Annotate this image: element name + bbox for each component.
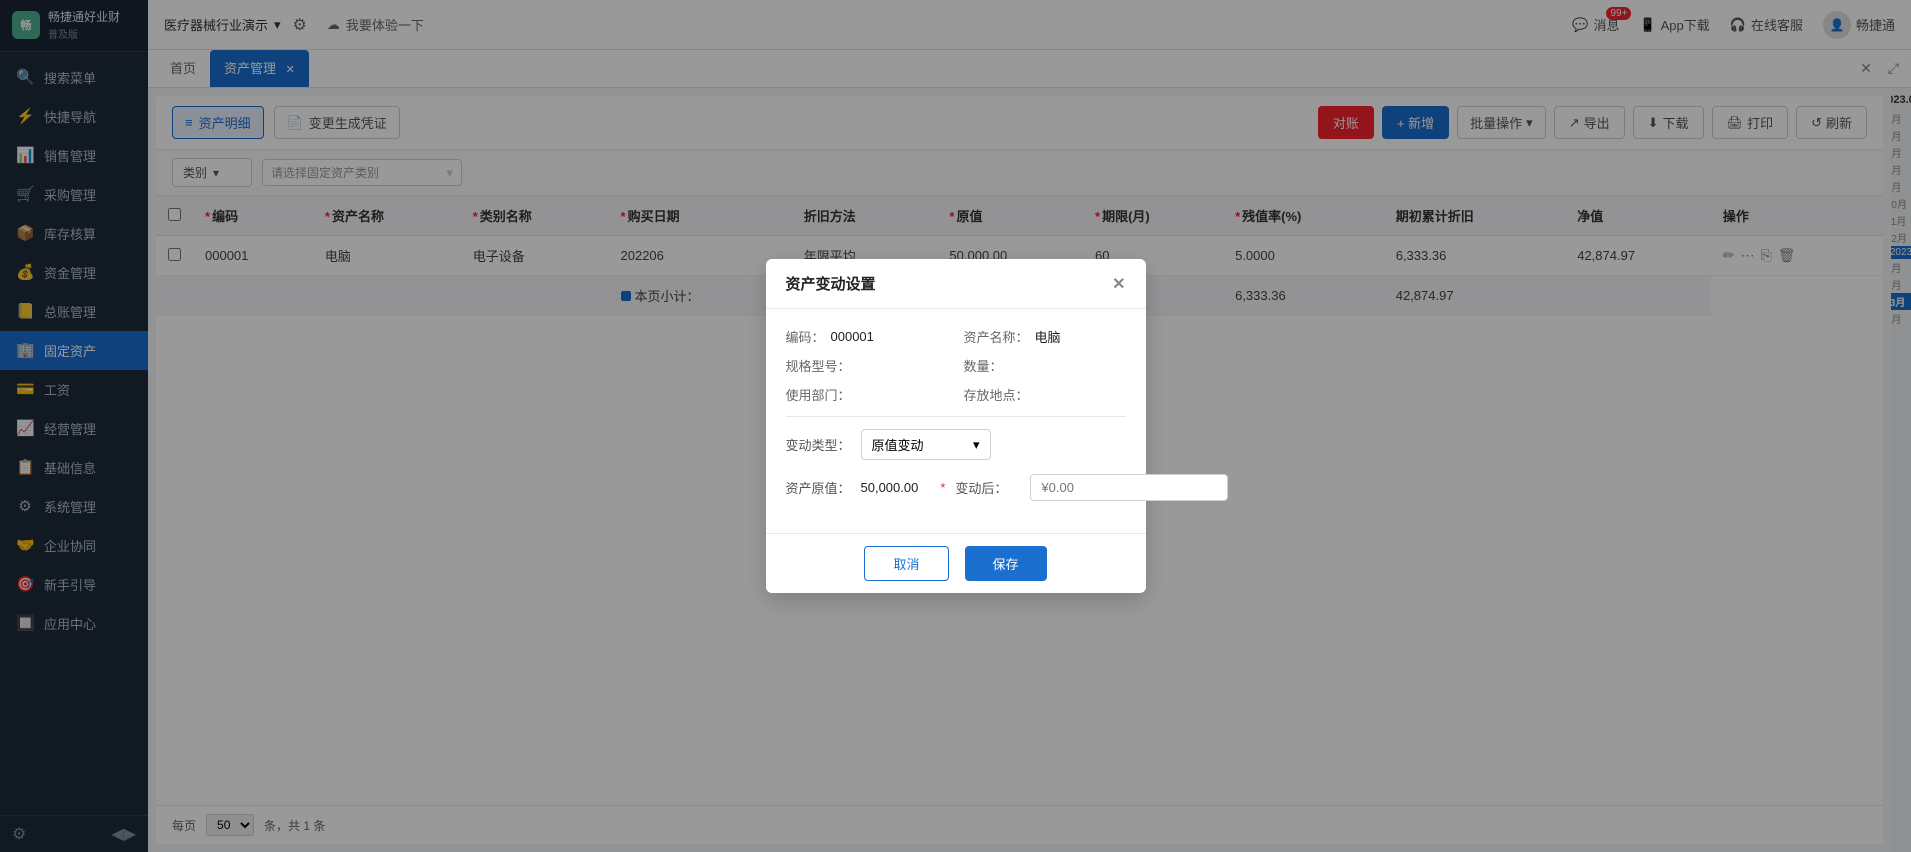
modal-info-row3: 使用部门： 存放地点： [786, 385, 1126, 404]
modal-asset-name-field: 资产名称： 电脑 [964, 327, 1126, 346]
modal-location-field: 存放地点： [964, 385, 1126, 404]
modal-change-type-row: 变动类型： 原值变动 ▾ [786, 429, 1126, 460]
modal-code-value: 000001 [831, 329, 874, 344]
modal-after-change-label: 变动后： [955, 478, 1020, 497]
modal-change-type-select[interactable]: 原值变动 ▾ [861, 429, 991, 460]
modal-info-row1: 编码： 000001 资产名称： 电脑 [786, 327, 1126, 346]
modal-header: 资产变动设置 ✕ [766, 259, 1146, 309]
modal-overlay: 资产变动设置 ✕ 编码： 000001 资产名称： 电脑 规格型号： [0, 0, 1911, 852]
modal-change-type-value: 原值变动 [872, 435, 924, 454]
modal-asset-name-value: 电脑 [1035, 327, 1061, 346]
modal-spec-label: 规格型号： [786, 356, 851, 375]
required-star: * [940, 480, 945, 495]
modal-original-value-value: 50,000.00 [861, 480, 919, 495]
modal-select-dropdown-icon: ▾ [973, 437, 980, 453]
modal-asset-name-label: 资产名称： [964, 327, 1029, 346]
modal-code-label: 编码： [786, 327, 825, 346]
modal-change-type-label: 变动类型： [786, 435, 851, 454]
modal-title: 资产变动设置 [786, 273, 876, 294]
save-button[interactable]: 保存 [965, 546, 1047, 581]
modal-info-row2: 规格型号： 数量： [786, 356, 1126, 375]
asset-change-modal: 资产变动设置 ✕ 编码： 000001 资产名称： 电脑 规格型号： [766, 259, 1146, 593]
modal-quantity-field: 数量： [964, 356, 1126, 375]
modal-original-value-row: 资产原值： 50,000.00 * 变动后： [786, 474, 1126, 501]
modal-location-label: 存放地点： [964, 385, 1029, 404]
modal-original-value-label: 资产原值： [786, 478, 851, 497]
modal-body: 编码： 000001 资产名称： 电脑 规格型号： 数量： [766, 309, 1146, 533]
modal-close-button[interactable]: ✕ [1112, 274, 1125, 294]
modal-quantity-label: 数量： [964, 356, 1003, 375]
modal-divider [786, 416, 1126, 417]
modal-after-change-input[interactable] [1030, 474, 1228, 501]
modal-spec-field: 规格型号： [786, 356, 948, 375]
modal-footer: 取消 保存 [766, 533, 1146, 593]
modal-dept-label: 使用部门： [786, 385, 851, 404]
modal-code-field: 编码： 000001 [786, 327, 948, 346]
cancel-button[interactable]: 取消 [864, 546, 948, 581]
modal-dept-field: 使用部门： [786, 385, 948, 404]
